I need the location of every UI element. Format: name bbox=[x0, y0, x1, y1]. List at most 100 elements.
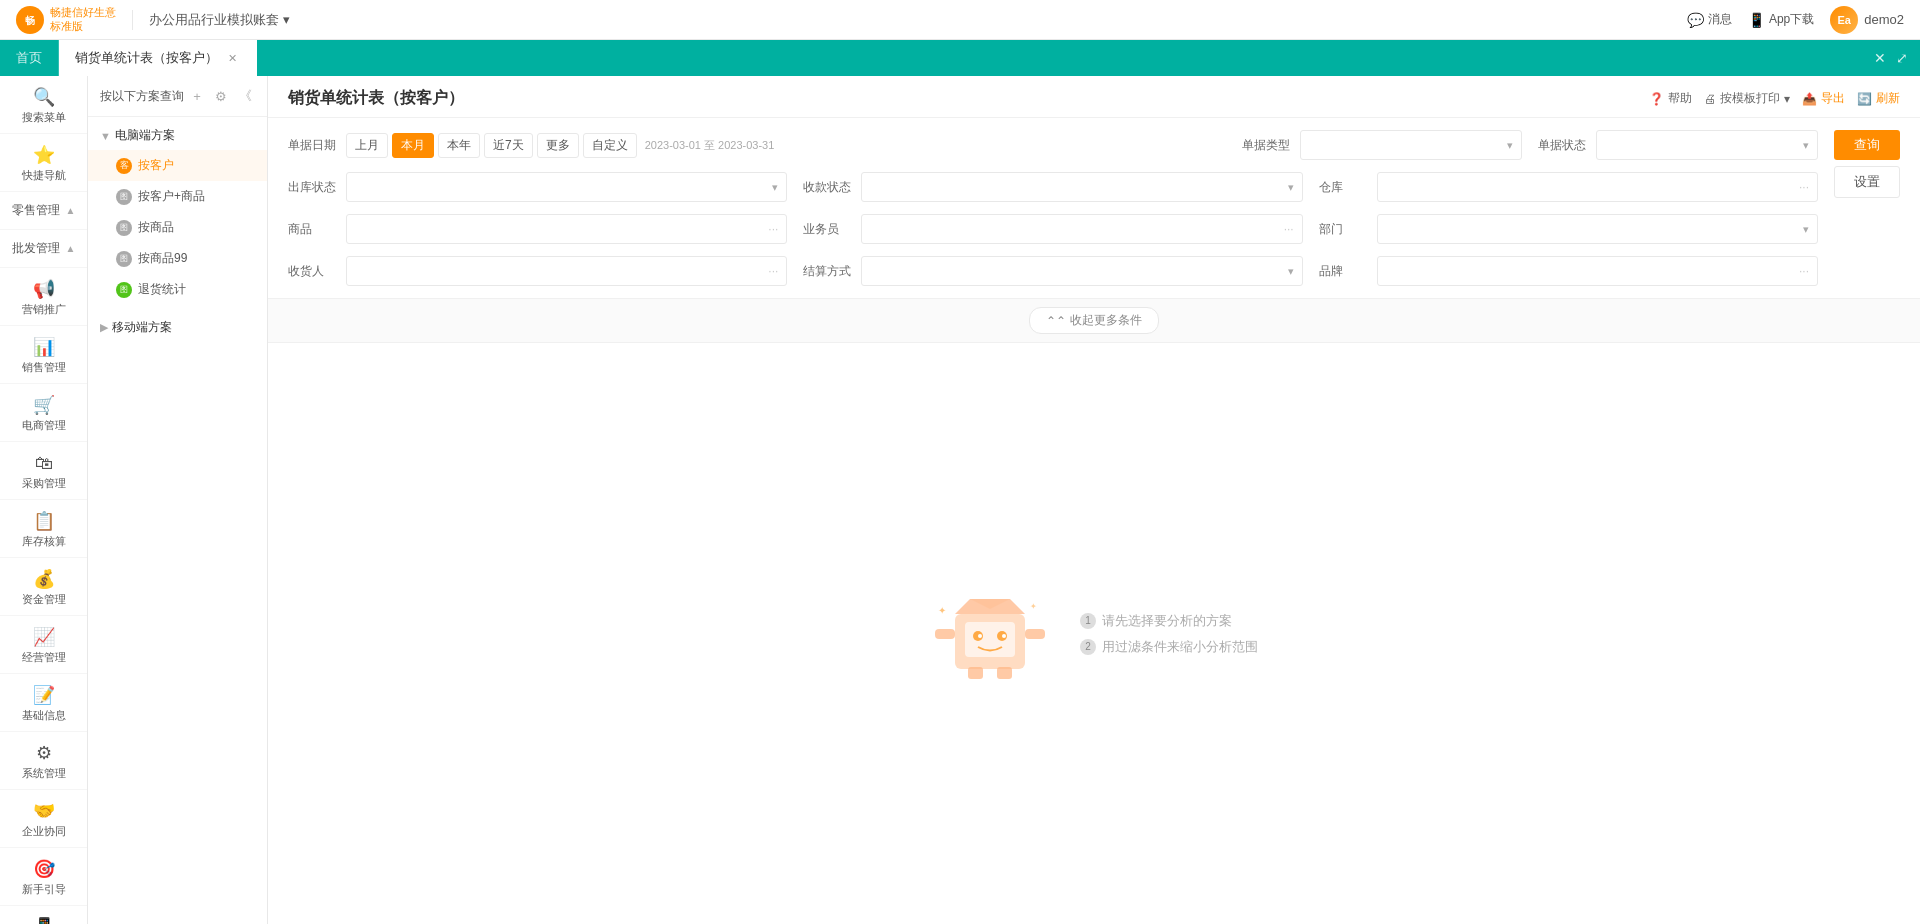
user-menu[interactable]: Ea demo2 bbox=[1830, 6, 1904, 34]
query-button[interactable]: 查询 bbox=[1834, 130, 1900, 160]
message-label: 消息 bbox=[1708, 11, 1732, 28]
help-btn[interactable]: ❓ 帮助 bbox=[1649, 90, 1692, 107]
sidebar-item-marketing-label: 营销推广 bbox=[22, 302, 66, 317]
logo-text-line1: 畅捷信好生意 bbox=[50, 6, 116, 19]
scheme-item-by-goods[interactable]: 图 按商品 bbox=[88, 212, 267, 243]
app-download-btn[interactable]: 📱 App下载 bbox=[1748, 11, 1814, 28]
scheme-group-desktop-title[interactable]: ▼ 电脑端方案 bbox=[88, 121, 267, 150]
sidebar-item-ecommerce[interactable]: 🛒 电商管理 bbox=[0, 384, 87, 442]
doc-status-select[interactable]: ▾ bbox=[1596, 130, 1818, 160]
sidebar-item-retail[interactable]: 零售管理 ▲ bbox=[0, 192, 87, 230]
sidebar-item-basic[interactable]: 📝 基础信息 bbox=[0, 674, 87, 732]
page-wrapper: 按以下方案查询 + ⚙ 《 bbox=[88, 76, 1920, 924]
brand-input[interactable]: ··· bbox=[1377, 256, 1818, 286]
maximize-btn[interactable]: ⤢ bbox=[1896, 50, 1908, 66]
sidebar-item-enterprise[interactable]: 🤝 企业协同 bbox=[0, 790, 87, 848]
sidebar-item-marketing[interactable]: 📢 营销推广 bbox=[0, 268, 87, 326]
print-btn[interactable]: 🖨 按模板打印 ▾ bbox=[1704, 90, 1790, 107]
salesperson-ellipsis: ··· bbox=[1284, 222, 1294, 236]
scheme-item-by-goods99[interactable]: 图 按商品99 bbox=[88, 243, 267, 274]
hint-number-1: 1 bbox=[1080, 613, 1096, 629]
goods-label: 商品 bbox=[288, 221, 338, 238]
sidebar-item-sales[interactable]: 📊 销售管理 bbox=[0, 326, 87, 384]
scheme-panel-title: 按以下方案查询 bbox=[100, 88, 184, 105]
date-last7days-btn[interactable]: 近7天 bbox=[484, 133, 533, 158]
filter-main: 单据日期 上月 本月 本年 近7天 更多 自定义 2023-03-01 至 20… bbox=[288, 130, 1818, 286]
username: demo2 bbox=[1864, 12, 1904, 27]
svg-rect-8 bbox=[935, 629, 955, 639]
salesperson-label: 业务员 bbox=[803, 221, 853, 238]
date-last-month-btn[interactable]: 上月 bbox=[346, 133, 388, 158]
sidebar-item-purchase[interactable]: 🛍 采购管理 bbox=[0, 442, 87, 500]
sidebar-item-operations[interactable]: 📈 经营管理 bbox=[0, 616, 87, 674]
return-stats-label: 退货统计 bbox=[138, 281, 186, 298]
settings-button[interactable]: 设置 bbox=[1834, 166, 1900, 198]
refresh-icon: 🔄 bbox=[1857, 92, 1872, 106]
customer-goods-scheme-icon: 图 bbox=[116, 189, 132, 205]
filter-payment-status-item: 收款状态 ▾ bbox=[803, 172, 1302, 202]
collapse-btn[interactable]: ⌃⌃ 收起更多条件 bbox=[1029, 307, 1159, 334]
scheme-add-btn[interactable]: + bbox=[187, 86, 207, 106]
sidebar-item-ecommerce-label: 电商管理 bbox=[22, 418, 66, 433]
sidebar-item-sales-label: 销售管理 bbox=[22, 360, 66, 375]
header-left: 畅 畅捷信好生意 标准版 办公用品行业模拟账套 ▾ bbox=[16, 6, 290, 34]
salesperson-input[interactable]: ··· bbox=[861, 214, 1302, 244]
out-status-select[interactable]: ▾ bbox=[346, 172, 787, 202]
out-status-dropdown-icon: ▾ bbox=[772, 181, 778, 194]
empty-text: 1 请先选择要分析的方案 2 用过滤条件来缩小分析范围 bbox=[1080, 612, 1258, 656]
svg-rect-9 bbox=[1025, 629, 1045, 639]
header-right: 💬 消息 📱 App下载 Ea demo2 bbox=[1687, 6, 1904, 34]
warehouse-input[interactable]: ··· bbox=[1377, 172, 1818, 202]
sidebar-item-guide[interactable]: 🎯 新手引导 bbox=[0, 848, 87, 906]
consignee-input[interactable]: ··· bbox=[346, 256, 787, 286]
refresh-btn[interactable]: 🔄 刷新 bbox=[1857, 90, 1900, 107]
close-all-tabs-btn[interactable]: ✕ bbox=[1874, 50, 1886, 66]
tab-home[interactable]: 首页 bbox=[0, 40, 59, 76]
hint-number-2: 2 bbox=[1080, 639, 1096, 655]
sidebar-item-system[interactable]: ⚙ 系统管理 bbox=[0, 732, 87, 790]
date-this-year-btn[interactable]: 本年 bbox=[438, 133, 480, 158]
payment-status-select[interactable]: ▾ bbox=[861, 172, 1302, 202]
sidebar-item-wholesale[interactable]: 批发管理 ▲ bbox=[0, 230, 87, 268]
appcenter-icon: 📱 bbox=[33, 918, 55, 924]
empty-state: ✦ ✦ 1 请先选择要分析的方案 2 用过滤条件来缩小分析范围 bbox=[268, 343, 1920, 924]
scheme-group-mobile-title[interactable]: ▶ 移动端方案 bbox=[88, 313, 267, 342]
sidebar-item-search[interactable]: 🔍 搜索菜单 bbox=[0, 76, 87, 134]
scheme-settings-btn[interactable]: ⚙ bbox=[211, 86, 231, 106]
marketing-icon: 📢 bbox=[33, 280, 55, 298]
date-more-btn[interactable]: 更多 bbox=[537, 133, 579, 158]
workspace-selector[interactable]: 办公用品行业模拟账套 ▾ bbox=[149, 11, 290, 29]
collapse-row[interactable]: ⌃⌃ 收起更多条件 bbox=[268, 299, 1920, 343]
scheme-item-return-stats[interactable]: 图 退货统计 bbox=[88, 274, 267, 305]
logo-area: 畅 畅捷信好生意 标准版 bbox=[16, 6, 116, 34]
ecommerce-icon: 🛒 bbox=[33, 396, 55, 414]
sidebar-item-inventory[interactable]: 📋 库存核算 bbox=[0, 500, 87, 558]
dept-select[interactable]: ▾ bbox=[1377, 214, 1818, 244]
empty-hint-2: 2 用过滤条件来缩小分析范围 bbox=[1080, 638, 1258, 656]
date-custom-btn[interactable]: 自定义 bbox=[583, 133, 637, 158]
message-btn[interactable]: 💬 消息 bbox=[1687, 11, 1732, 28]
top-header: 畅 畅捷信好生意 标准版 办公用品行业模拟账套 ▾ 💬 消息 📱 App下载 E… bbox=[0, 0, 1920, 40]
dept-dropdown-icon: ▾ bbox=[1803, 223, 1809, 236]
sidebar-item-basic-label: 基础信息 bbox=[22, 708, 66, 723]
home-tab-label: 首页 bbox=[16, 49, 42, 67]
page-title: 销货单统计表（按客户） bbox=[288, 88, 464, 109]
scheme-item-by-customer[interactable]: 客 按客户 bbox=[88, 150, 267, 181]
export-btn[interactable]: 📤 导出 bbox=[1802, 90, 1845, 107]
sidebar-item-quicknav[interactable]: ⭐ 快捷导航 bbox=[0, 134, 87, 192]
sidebar-item-finance[interactable]: 💰 资金管理 bbox=[0, 558, 87, 616]
tab-sales-stats[interactable]: 销货单统计表（按客户） ✕ bbox=[59, 40, 257, 76]
doc-type-select[interactable]: ▾ bbox=[1300, 130, 1522, 160]
date-this-month-btn[interactable]: 本月 bbox=[392, 133, 434, 158]
scheme-collapse-btn[interactable]: 《 bbox=[235, 86, 255, 106]
svg-rect-3 bbox=[965, 622, 1015, 657]
tab-close-btn[interactable]: ✕ bbox=[224, 50, 240, 66]
system-icon: ⚙ bbox=[36, 744, 52, 762]
scheme-item-by-customer-goods[interactable]: 图 按客户+商品 bbox=[88, 181, 267, 212]
sidebar-item-appcenter[interactable]: 📱 应用中心 bbox=[0, 906, 87, 924]
goods-input[interactable]: ··· bbox=[346, 214, 787, 244]
settlement-select[interactable]: ▾ bbox=[861, 256, 1302, 286]
wholesale-label: 批发管理 bbox=[12, 240, 60, 257]
main-panel: 销货单统计表（按客户） ❓ 帮助 🖨 按模板打印 ▾ 📤 bbox=[268, 76, 1920, 924]
sidebar-item-search-label: 搜索菜单 bbox=[22, 110, 66, 125]
